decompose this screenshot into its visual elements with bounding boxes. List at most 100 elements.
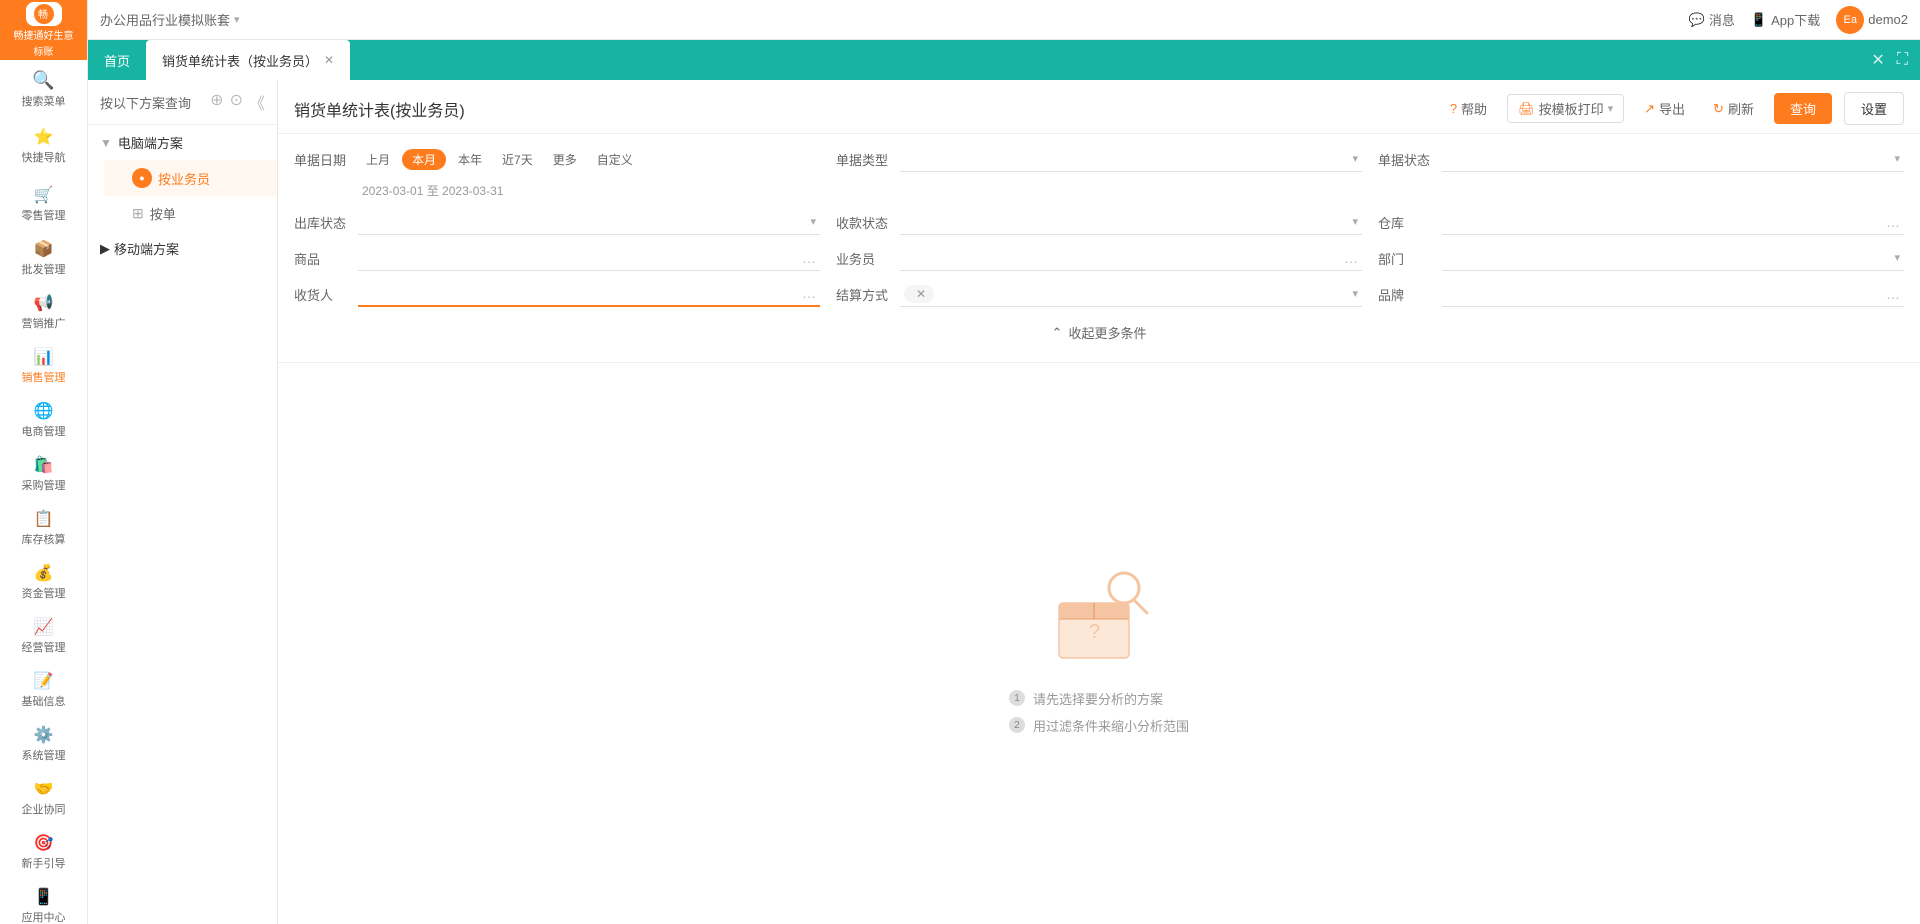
scheme-query-title: 按以下方案查询	[100, 93, 191, 112]
goods-label: 商品	[294, 249, 350, 268]
date-filter-label: 单据日期	[294, 150, 350, 169]
help-label: 帮助	[1461, 99, 1487, 118]
sidebar-item-ecommerce[interactable]: 🌐 电商管理	[0, 393, 87, 447]
sidebar-item-operations[interactable]: 📈 经营管理	[0, 609, 87, 663]
operations-icon: 📈	[34, 617, 54, 637]
user-menu[interactable]: Ea demo2	[1836, 6, 1908, 34]
date-this-year[interactable]: 本年	[450, 149, 490, 170]
refresh-button[interactable]: ↻ 刷新	[1705, 95, 1762, 122]
tip-text-2: 用过滤条件来缩小分析范围	[1033, 716, 1189, 735]
retail-icon: 🛒	[34, 185, 54, 205]
doc-type-input[interactable]: ▾	[900, 146, 1362, 172]
warehouse-input[interactable]: …	[1442, 209, 1904, 235]
date-last-7-days[interactable]: 近7天	[494, 149, 541, 170]
help-button[interactable]: ? 帮助	[1442, 95, 1495, 122]
print-dropdown-icon: ▾	[1608, 102, 1614, 115]
brand-input[interactable]: …	[1442, 281, 1904, 307]
sidebar-item-inventory[interactable]: 📋 库存核算	[0, 501, 87, 555]
app-download-button[interactable]: 📱 App下载	[1751, 10, 1820, 29]
tab-close-icon[interactable]: ✕	[324, 53, 334, 67]
date-custom[interactable]: 自定义	[589, 149, 641, 170]
print-icon: 🖨	[1518, 101, 1535, 117]
sidebar-item-marketing[interactable]: 📢 营销推广	[0, 285, 87, 339]
out-status-arrow-icon: ▾	[810, 215, 816, 228]
doc-status-arrow-icon: ▾	[1894, 152, 1900, 165]
scheme-by-order[interactable]: ⊞ 按单	[104, 196, 277, 231]
empty-tip-2: 2 用过滤条件来缩小分析范围	[1009, 716, 1189, 735]
order-scheme-icon: ⊞	[132, 205, 144, 222]
sidebar-item-label: 快捷导航	[22, 149, 66, 165]
download-icon: 📱	[1751, 12, 1767, 28]
sidebar-item-newbie[interactable]: 🎯 新手引导	[0, 825, 87, 879]
sidebar-item-enterprise[interactable]: 🤝 企业协同	[0, 771, 87, 825]
scheme-actions: ⊕ ⊙ 《	[210, 90, 265, 114]
export-button[interactable]: ↗ 导出	[1636, 95, 1693, 122]
goods-dots-icon: …	[802, 250, 816, 266]
receiver-input[interactable]: …	[358, 281, 820, 307]
message-label: 消息	[1709, 10, 1735, 29]
desktop-group-item[interactable]: ▼ 电脑端方案	[88, 125, 277, 160]
doc-status-input[interactable]: ▾	[1442, 146, 1904, 172]
maximize-window-button[interactable]: ⛶	[1893, 47, 1912, 73]
doc-status-filter-row: 单据状态 ▾	[1378, 146, 1904, 172]
search-icon: 🔍	[32, 70, 54, 91]
sidebar-item-search[interactable]: 🔍 搜索菜单	[0, 60, 87, 119]
out-status-filter-row: 出库状态 ▾	[294, 209, 820, 235]
department-label: 部门	[1378, 249, 1434, 268]
sidebar-item-wholesale[interactable]: 📦 批发管理	[0, 231, 87, 285]
sidebar-item-apps[interactable]: 📱 应用中心	[0, 879, 87, 924]
company-dropdown[interactable]: 办公用品行业模拟账套 ▾	[100, 10, 240, 29]
sidebar-item-label: 应用中心	[22, 909, 66, 924]
sidebar-item-shortcut[interactable]: ⭐ 快捷导航	[0, 119, 87, 173]
star-icon: ⭐	[34, 127, 54, 147]
app-name: 畅捷通好生意	[14, 30, 74, 43]
desktop-schemes-group: ▼ 电脑端方案 ● 按业务员 ⊞ 按单	[88, 125, 277, 231]
mobile-expand-icon: ▶	[100, 241, 110, 257]
add-scheme-button[interactable]: ⊕	[210, 90, 223, 114]
user-name: demo2	[1868, 12, 1908, 27]
settlement-tag-close[interactable]: ✕	[916, 287, 926, 301]
brand-filter-row: 品牌 …	[1378, 281, 1904, 307]
sidebar-item-label: 批发管理	[22, 261, 66, 277]
date-last-month[interactable]: 上月	[358, 149, 398, 170]
edit-scheme-button[interactable]: ⊙	[230, 90, 243, 114]
date-more[interactable]: 更多	[545, 149, 585, 170]
goods-input[interactable]: …	[358, 245, 820, 271]
message-button[interactable]: 💬 消息	[1689, 10, 1735, 29]
salesperson-dots-icon: …	[1344, 250, 1358, 266]
collapse-panel-button[interactable]: 《	[249, 90, 265, 114]
receipt-status-arrow-icon: ▾	[1352, 215, 1358, 228]
sidebar-item-purchase[interactable]: 🛍️ 采购管理	[0, 447, 87, 501]
close-window-button[interactable]: ✕	[1867, 46, 1888, 74]
settings-button[interactable]: 设置	[1844, 92, 1904, 125]
tab-home[interactable]: 首页	[88, 51, 146, 70]
salesperson-input[interactable]: …	[900, 245, 1362, 271]
sidebar-item-finance[interactable]: 💰 资金管理	[0, 555, 87, 609]
sidebar-item-retail[interactable]: 🛒 零售管理	[0, 177, 87, 231]
sidebar-item-basic[interactable]: 📝 基础信息	[0, 663, 87, 717]
query-button[interactable]: 查询	[1774, 93, 1832, 124]
brand-dots-icon: …	[1886, 286, 1900, 302]
template-print-button[interactable]: 🖨 按模板打印 ▾	[1507, 94, 1624, 123]
date-this-month[interactable]: 本月	[402, 149, 446, 170]
tab-sales-stat[interactable]: 销货单统计表（按业务员） ✕	[146, 40, 350, 80]
scheme-salesperson[interactable]: ● 按业务员	[104, 160, 277, 196]
settlement-input: ✕ ▾	[900, 281, 1362, 307]
salesperson-label: 业务员	[836, 249, 892, 268]
settlement-arrow-icon[interactable]: ▾	[1352, 287, 1358, 300]
doc-status-label: 单据状态	[1378, 150, 1434, 169]
sidebar-item-sales[interactable]: 📊 销售管理	[0, 339, 87, 393]
warehouse-label: 仓库	[1378, 213, 1434, 232]
mobile-schemes-group: ▶ 移动端方案	[88, 231, 277, 266]
out-status-input[interactable]: ▾	[358, 209, 820, 235]
mobile-group-item[interactable]: ▶ 移动端方案	[88, 231, 277, 266]
sidebar-item-system[interactable]: ⚙️ 系统管理	[0, 717, 87, 771]
receipt-status-input[interactable]: ▾	[900, 209, 1362, 235]
finance-icon: 💰	[34, 563, 54, 583]
department-input[interactable]: ▾	[1442, 245, 1904, 271]
apps-icon: 📱	[34, 887, 54, 907]
basic-icon: 📝	[34, 671, 54, 691]
collapse-filter-button[interactable]: ⌃ 收起更多条件	[294, 315, 1904, 350]
collapse-label: 收起更多条件	[1068, 323, 1146, 342]
filter-area: 单据日期 上月 本月 本年 近7天 更多 自定义 单据类型	[278, 134, 1920, 363]
